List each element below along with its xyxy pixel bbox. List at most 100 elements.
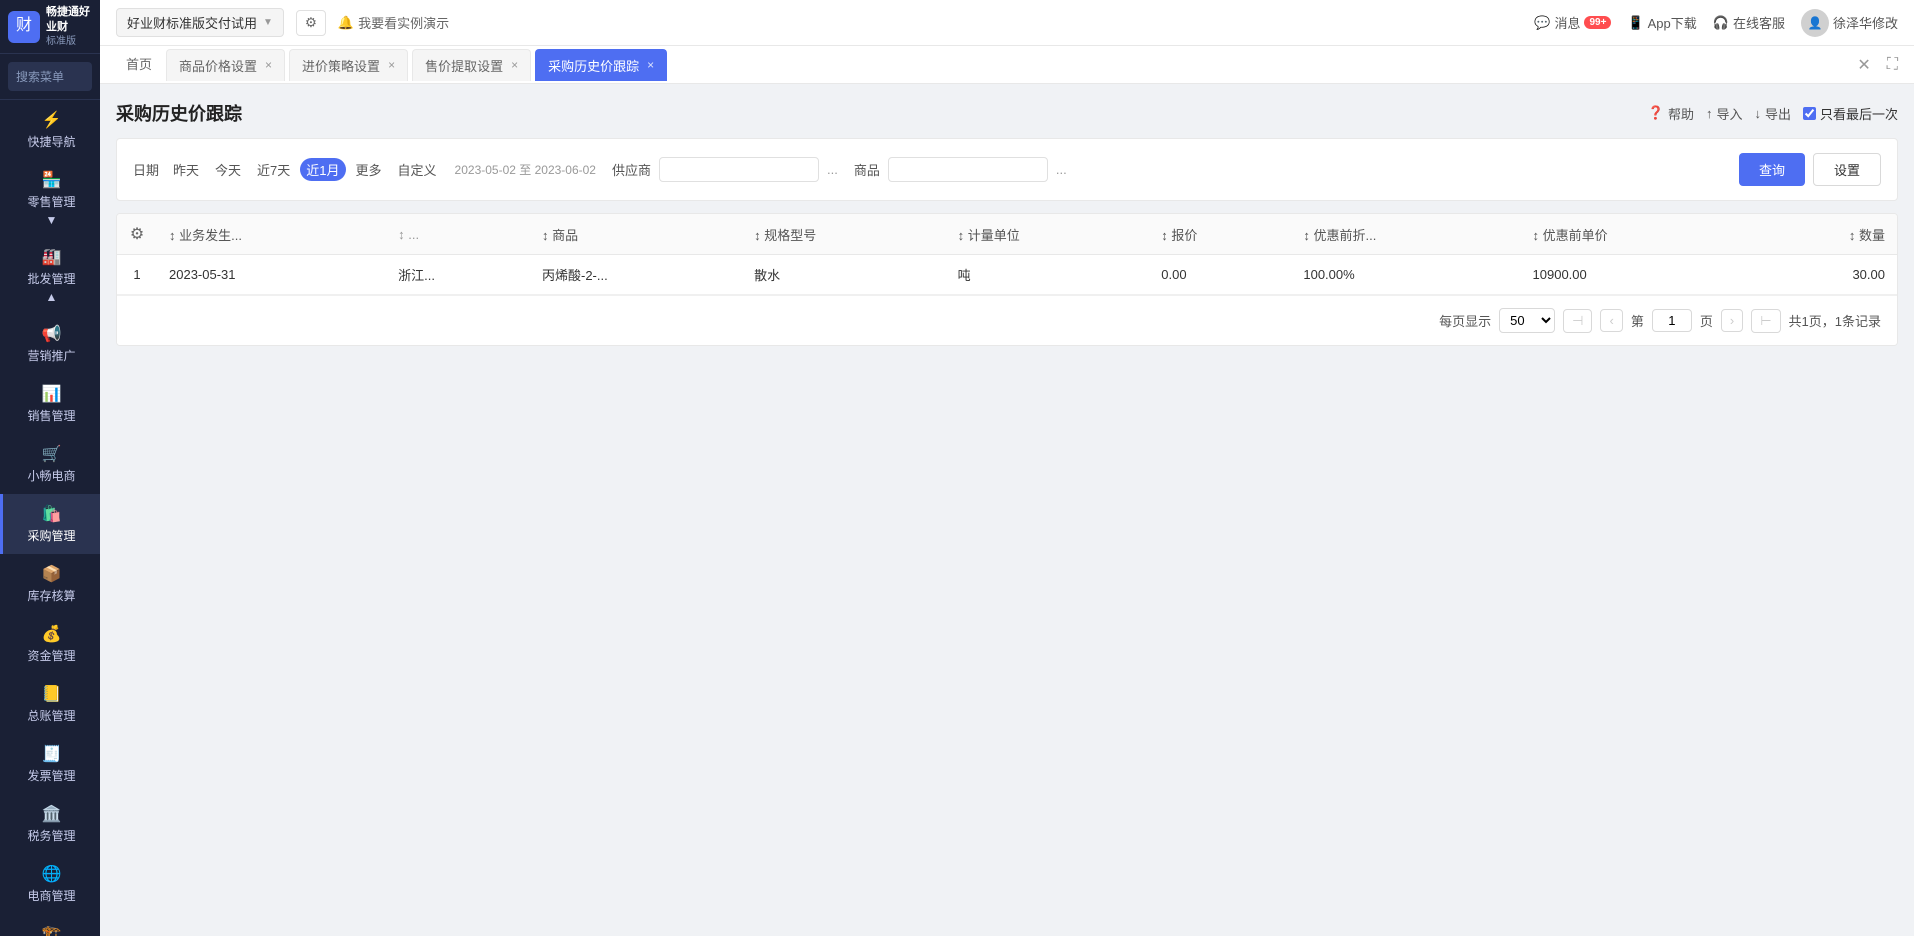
tab-history-price-close-icon[interactable]: × — [647, 59, 654, 71]
sidebar-item-ecommerce[interactable]: 🌐 电商管理 — [0, 854, 100, 914]
online-service-button[interactable]: 🎧 在线客服 — [1713, 13, 1785, 32]
sidebar-item-tax[interactable]: 🏛️ 税务管理 — [0, 794, 100, 854]
th-pre-discount-price[interactable]: ↕ 优惠前单价 — [1521, 214, 1755, 255]
import-icon: ↑ — [1706, 106, 1713, 121]
product-input[interactable] — [888, 157, 1048, 182]
td-discount-pct: 100.00% — [1291, 255, 1520, 295]
table-card: ⚙ ↕ 业务发生... ↕ ... ↕ 商品 — [116, 213, 1898, 346]
sidebar-item-quick-nav[interactable]: ⚡ 快捷导航 — [0, 100, 100, 160]
page-next-button[interactable]: › — [1721, 309, 1743, 332]
date-btn-7days[interactable]: 近7天 — [251, 158, 296, 181]
more-columns-icon[interactable]: ↕ ... — [398, 227, 419, 242]
sidebar-search-button[interactable]: 搜索菜单 — [8, 62, 92, 91]
help-button[interactable]: ❓ 帮助 — [1648, 104, 1694, 123]
tab-price-close-icon[interactable]: × — [265, 59, 272, 71]
th-spec[interactable]: ↕ 规格型号 — [742, 214, 946, 255]
logo-text: 畅捷通好业财 — [46, 5, 92, 36]
version-selector[interactable]: 好业财标准版交付试用 ▼ — [116, 8, 284, 37]
th-product-label: ↕ 商品 — [542, 225, 578, 244]
filter-settings-button[interactable]: 设置 — [1813, 153, 1881, 186]
tab-close-all-button[interactable]: ✕ — [1853, 53, 1874, 77]
sidebar-item-sales[interactable]: 📊 销售管理 — [0, 374, 100, 434]
logo-icon: 财 — [8, 11, 40, 43]
tab-sale-extract[interactable]: 售价提取设置 × — [412, 49, 531, 81]
td-biz-date: 2023-05-31 — [157, 255, 386, 295]
discount-pct-sort[interactable]: ↕ 优惠前折... — [1303, 225, 1508, 244]
app-download-button[interactable]: 📱 App下载 — [1627, 13, 1696, 32]
supplier-input[interactable] — [659, 157, 819, 182]
supplier-filter-group: 供应商 ... — [612, 157, 838, 182]
date-btn-today[interactable]: 今天 — [209, 158, 247, 181]
th-price[interactable]: ↕ 报价 — [1149, 214, 1291, 255]
th-product[interactable]: ↕ 商品 — [530, 214, 742, 255]
tab-sale-extract-close-icon[interactable]: × — [511, 59, 518, 71]
price-sort[interactable]: ↕ 报价 — [1161, 225, 1279, 244]
sidebar-item-retail[interactable]: 🏪 零售管理 ▼ — [0, 160, 100, 237]
sidebar-item-inventory[interactable]: 📦 库存核算 — [0, 554, 100, 614]
tab-home[interactable]: 首页 — [112, 46, 166, 83]
th-biz-date[interactable]: ↕ 业务发生... — [157, 214, 386, 255]
sidebar-item-ecommerce-small[interactable]: 🛒 小畅电商 — [0, 434, 100, 494]
product-ellipsis-button[interactable]: ... — [1056, 162, 1067, 177]
only-last-checkbox[interactable] — [1803, 107, 1816, 120]
sidebar-item-assets[interactable]: 🏗️ 固定资产 — [0, 914, 100, 936]
quantity-sort[interactable]: ↕ 数量 — [1767, 225, 1885, 244]
page-last-button[interactable]: ⊢ — [1751, 309, 1780, 333]
page-prev-button[interactable]: ‹ — [1600, 309, 1622, 332]
sidebar-item-ledger[interactable]: 📒 总账管理 — [0, 674, 100, 734]
discount-pct-value: 100.00% — [1303, 267, 1354, 282]
per-page-select[interactable]: 50 10 20 100 — [1499, 308, 1555, 333]
import-button[interactable]: ↑ 导入 — [1706, 104, 1743, 123]
spec-sort[interactable]: ↕ 规格型号 — [754, 225, 934, 244]
wholesale-arrow: ▲ — [46, 290, 58, 304]
inventory-icon: 📦 — [42, 564, 62, 584]
sidebar-item-wholesale[interactable]: 🏭 批发管理 ▲ — [0, 237, 100, 314]
date-btn-custom[interactable]: 自定义 — [392, 158, 443, 181]
retail-icon: 🏪 — [42, 170, 62, 190]
biz-date-sort[interactable]: ↕ 业务发生... — [169, 225, 374, 244]
date-btn-more[interactable]: 更多 — [350, 158, 388, 181]
user-menu[interactable]: 👤 徐泽华修改 — [1801, 9, 1898, 37]
tab-purchase-strategy-close-icon[interactable]: × — [388, 59, 395, 71]
topbar: 好业财标准版交付试用 ▼ ⚙ 🔔 我要看实例演示 💬 消息 99+ 📱 App下… — [100, 0, 1914, 46]
sidebar-item-marketing[interactable]: 📢 营销推广 — [0, 314, 100, 374]
sidebar-item-finance[interactable]: 💰 资金管理 — [0, 614, 100, 674]
th-gear[interactable]: ⚙ — [117, 214, 157, 255]
sidebar-item-purchase[interactable]: 🛍️ 采购管理 — [0, 494, 100, 554]
query-button[interactable]: 查询 — [1739, 153, 1805, 186]
only-last-label: 只看最后一次 — [1820, 104, 1898, 123]
online-service-label: 在线客服 — [1733, 13, 1785, 32]
page-first-button[interactable]: ⊣ — [1563, 309, 1592, 333]
th-quantity[interactable]: ↕ 数量 — [1755, 214, 1897, 255]
product-sort[interactable]: ↕ 商品 — [542, 225, 730, 244]
demo-link[interactable]: 🔔 我要看实例演示 — [338, 13, 449, 32]
supplier-ellipsis-button[interactable]: ... — [827, 162, 838, 177]
tab-price[interactable]: 商品价格设置 × — [166, 49, 285, 81]
tab-purchase-strategy[interactable]: 进价策略设置 × — [289, 49, 408, 81]
topbar-settings-button[interactable]: ⚙ — [296, 10, 326, 36]
price-value: 0.00 — [1161, 267, 1186, 282]
purchase-icon: 🛍️ — [42, 504, 62, 524]
tab-history-price[interactable]: 采购历史价跟踪 × — [535, 49, 667, 81]
td-price: 0.00 — [1149, 255, 1291, 295]
column-settings-icon[interactable]: ⚙ — [130, 226, 144, 243]
invoice-label: 发票管理 — [27, 767, 75, 784]
pre-discount-price-sort[interactable]: ↕ 优惠前单价 — [1533, 225, 1743, 244]
unit-sort[interactable]: ↕ 计量单位 — [958, 225, 1138, 244]
tab-fullscreen-button[interactable]: ⛶ — [1883, 54, 1902, 76]
only-last-checkbox-label[interactable]: 只看最后一次 — [1803, 104, 1898, 123]
export-button[interactable]: ↓ 导出 — [1754, 104, 1791, 123]
th-unit[interactable]: ↕ 计量单位 — [946, 214, 1150, 255]
sidebar-item-invoice[interactable]: 🧾 发票管理 — [0, 734, 100, 794]
th-dots[interactable]: ↕ ... — [386, 214, 530, 255]
import-label: 导入 — [1716, 104, 1742, 123]
th-price-label: ↕ 报价 — [1161, 225, 1197, 244]
help-label: 帮助 — [1668, 104, 1694, 123]
date-btn-1month[interactable]: 近1月 — [300, 158, 345, 181]
th-discount-pct[interactable]: ↕ 优惠前折... — [1291, 214, 1520, 255]
export-icon: ↓ — [1754, 106, 1761, 121]
date-btn-yesterday[interactable]: 昨天 — [167, 158, 205, 181]
page-number-input[interactable] — [1652, 309, 1692, 332]
user-avatar: 👤 — [1801, 9, 1829, 37]
messages-button[interactable]: 💬 消息 99+ — [1534, 13, 1611, 32]
